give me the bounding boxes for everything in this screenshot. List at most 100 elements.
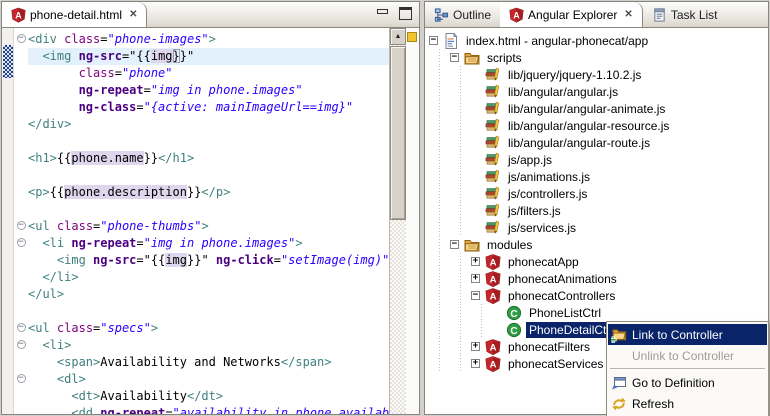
fold-collapse-control[interactable]: − xyxy=(14,218,28,235)
expand-icon[interactable]: + xyxy=(471,257,480,266)
fold-minus-icon[interactable]: − xyxy=(16,221,26,230)
tree-row-phonecatanimations[interactable]: + AphonecatAnimations xyxy=(429,270,768,287)
code-line[interactable]: <img ng-src="{{img}}" xyxy=(14,48,389,65)
tree-toggle[interactable]: − xyxy=(429,32,442,49)
tree-row-js-animations-js[interactable]: js/animations.js xyxy=(429,168,768,185)
tree-row-js-services-js[interactable]: js/services.js xyxy=(429,219,768,236)
minimize-button[interactable] xyxy=(375,6,390,21)
fold-collapse-control[interactable]: − xyxy=(14,371,28,388)
fold-minus-icon[interactable]: − xyxy=(16,374,26,383)
code-line[interactable] xyxy=(14,167,389,184)
code-line[interactable] xyxy=(14,303,389,320)
collapse-icon[interactable]: − xyxy=(450,53,459,62)
collapse-icon[interactable]: − xyxy=(471,291,480,300)
code-token: "specs" xyxy=(100,321,151,335)
code-line[interactable]: <span>Availability and Networks</span> xyxy=(14,354,389,371)
code-token: <li> xyxy=(42,338,72,352)
code-token: "img in phone.images" xyxy=(143,236,296,250)
overview-annotation-marker[interactable] xyxy=(407,32,417,42)
tab-phone-detail-html[interactable]: A phone-detail.html ✕ xyxy=(2,2,148,27)
svg-text:A: A xyxy=(490,257,497,268)
code-line[interactable]: <dt>Availability</dt> xyxy=(14,388,389,405)
fold-collapse-control[interactable]: − xyxy=(14,31,28,48)
collapse-icon[interactable]: − xyxy=(450,240,459,249)
tree-toggle[interactable]: − xyxy=(471,287,484,304)
code-line[interactable]: </li> xyxy=(14,269,389,286)
view-tab-angular-explorer[interactable]: A Angular Explorer ✕ xyxy=(500,2,643,27)
code-token: </div> xyxy=(28,117,72,131)
menu-item-refresh[interactable]: Refresh xyxy=(608,393,767,414)
menu-separator xyxy=(610,368,765,369)
code-line[interactable]: <h1>{{phone.name}}</h1> xyxy=(14,150,389,167)
tree-row-js-filters-js[interactable]: js/filters.js xyxy=(429,202,768,219)
code-text: <li ng-repeat="img in phone.images"> xyxy=(28,235,389,252)
tree-toggle[interactable]: + xyxy=(471,253,484,270)
code-line[interactable]: − <li ng-repeat="img in phone.images"> xyxy=(14,235,389,252)
tree-row-index-html-angular-phonecat-app[interactable]: − index.html - angular-phonecat/app xyxy=(429,32,768,49)
code-line[interactable]: − <ul class="phone-thumbs"> xyxy=(14,218,389,235)
code-line[interactable]: </div> xyxy=(14,116,389,133)
fold-minus-icon[interactable]: − xyxy=(16,340,26,349)
menu-item-go-to-definition[interactable]: Go to Definition xyxy=(608,372,767,393)
tree-row-lib-angular-angular-animate-js[interactable]: lib/angular/angular-animate.js xyxy=(429,100,768,117)
fold-minus-icon[interactable]: − xyxy=(16,323,26,332)
fold-collapse-control[interactable]: − xyxy=(14,320,28,337)
view-tab-outline[interactable]: Outline xyxy=(425,2,500,27)
code-line[interactable]: ng-class="{active: mainImageUrl==img}" xyxy=(14,99,389,116)
collapse-icon[interactable]: − xyxy=(429,36,438,45)
code-line[interactable]: − <ul class="specs"> xyxy=(14,320,389,337)
maximize-button[interactable] xyxy=(398,6,413,21)
tree-toggle[interactable]: + xyxy=(471,270,484,287)
code-text: </div> xyxy=(28,116,389,133)
gutter-cell xyxy=(14,184,28,201)
code-text: ng-class="{active: mainImageUrl==img}" xyxy=(28,99,389,116)
code-line[interactable]: </ul> xyxy=(14,286,389,303)
menu-item-link-to-controller[interactable]: Link to Controller xyxy=(608,324,767,345)
tree-toggle[interactable]: + xyxy=(471,338,484,355)
tree-toggle[interactable]: − xyxy=(450,236,463,253)
fold-collapse-control[interactable]: − xyxy=(14,337,28,354)
view-tab-task-list[interactable]: Task List xyxy=(643,2,727,27)
tab-close-icon[interactable]: ✕ xyxy=(129,9,137,20)
fold-minus-icon[interactable]: − xyxy=(16,238,26,247)
code-token: "setImage(img)" xyxy=(280,253,389,267)
scrollbar-thumb[interactable] xyxy=(390,46,406,220)
code-token: <span> xyxy=(56,355,101,369)
scroll-up-button[interactable]: ▲ xyxy=(390,28,406,45)
tree-row-phonecatapp[interactable]: + AphonecatApp xyxy=(429,253,768,270)
tree-row-scripts[interactable]: − scripts xyxy=(429,49,768,66)
code-line[interactable]: <p>{{phone.description}}</p> xyxy=(14,184,389,201)
expand-icon[interactable]: + xyxy=(471,274,480,283)
tree-toggle[interactable]: + xyxy=(471,355,484,372)
code-line[interactable]: <dd ng-repeat="availability in phone.ava… xyxy=(14,405,389,414)
tree-row-phonecatcontrollers[interactable]: − AphonecatControllers xyxy=(429,287,768,304)
tree-row-js-app-js[interactable]: js/app.js xyxy=(429,151,768,168)
code-token: <dt> xyxy=(71,389,101,403)
tree-toggle[interactable]: − xyxy=(450,49,463,66)
code-line[interactable] xyxy=(14,201,389,218)
expand-icon[interactable]: + xyxy=(471,359,480,368)
code-line[interactable]: ng-repeat="img in phone.images" xyxy=(14,82,389,99)
tab-close-icon[interactable]: ✕ xyxy=(624,9,632,20)
fold-collapse-control[interactable]: − xyxy=(14,235,28,252)
tree-row-lib-angular-angular-js[interactable]: lib/angular/angular.js xyxy=(429,83,768,100)
code-line[interactable]: − <div class="phone-images"> xyxy=(14,31,389,48)
code-line[interactable]: class="phone" xyxy=(14,65,389,82)
tree-row-lib-jquery-jquery-1-10-2-js[interactable]: lib/jquery/jquery-1.10.2.js xyxy=(429,66,768,83)
tree-row-modules[interactable]: − modules xyxy=(429,236,768,253)
tree-row-js-controllers-js[interactable]: js/controllers.js xyxy=(429,185,768,202)
code-line[interactable] xyxy=(14,133,389,150)
expand-icon[interactable]: + xyxy=(471,342,480,351)
tree-row-lib-angular-angular-route-js[interactable]: lib/angular/angular-route.js xyxy=(429,134,768,151)
code-line[interactable]: − <li> xyxy=(14,337,389,354)
code-line[interactable]: <img ng-src="{{img}}" ng-click="setImage… xyxy=(14,252,389,269)
vertical-scrollbar[interactable]: ▲ xyxy=(389,28,406,414)
tree-indent-guide xyxy=(450,219,471,236)
code-line[interactable]: − <dl> xyxy=(14,371,389,388)
fold-minus-icon[interactable]: − xyxy=(16,34,26,43)
tree-row-phonelistctrl[interactable]: C PhoneListCtrl xyxy=(429,304,768,321)
code-token: </p> xyxy=(201,185,231,199)
tree-row-lib-angular-angular-resource-js[interactable]: lib/angular/angular-resource.js xyxy=(429,117,768,134)
